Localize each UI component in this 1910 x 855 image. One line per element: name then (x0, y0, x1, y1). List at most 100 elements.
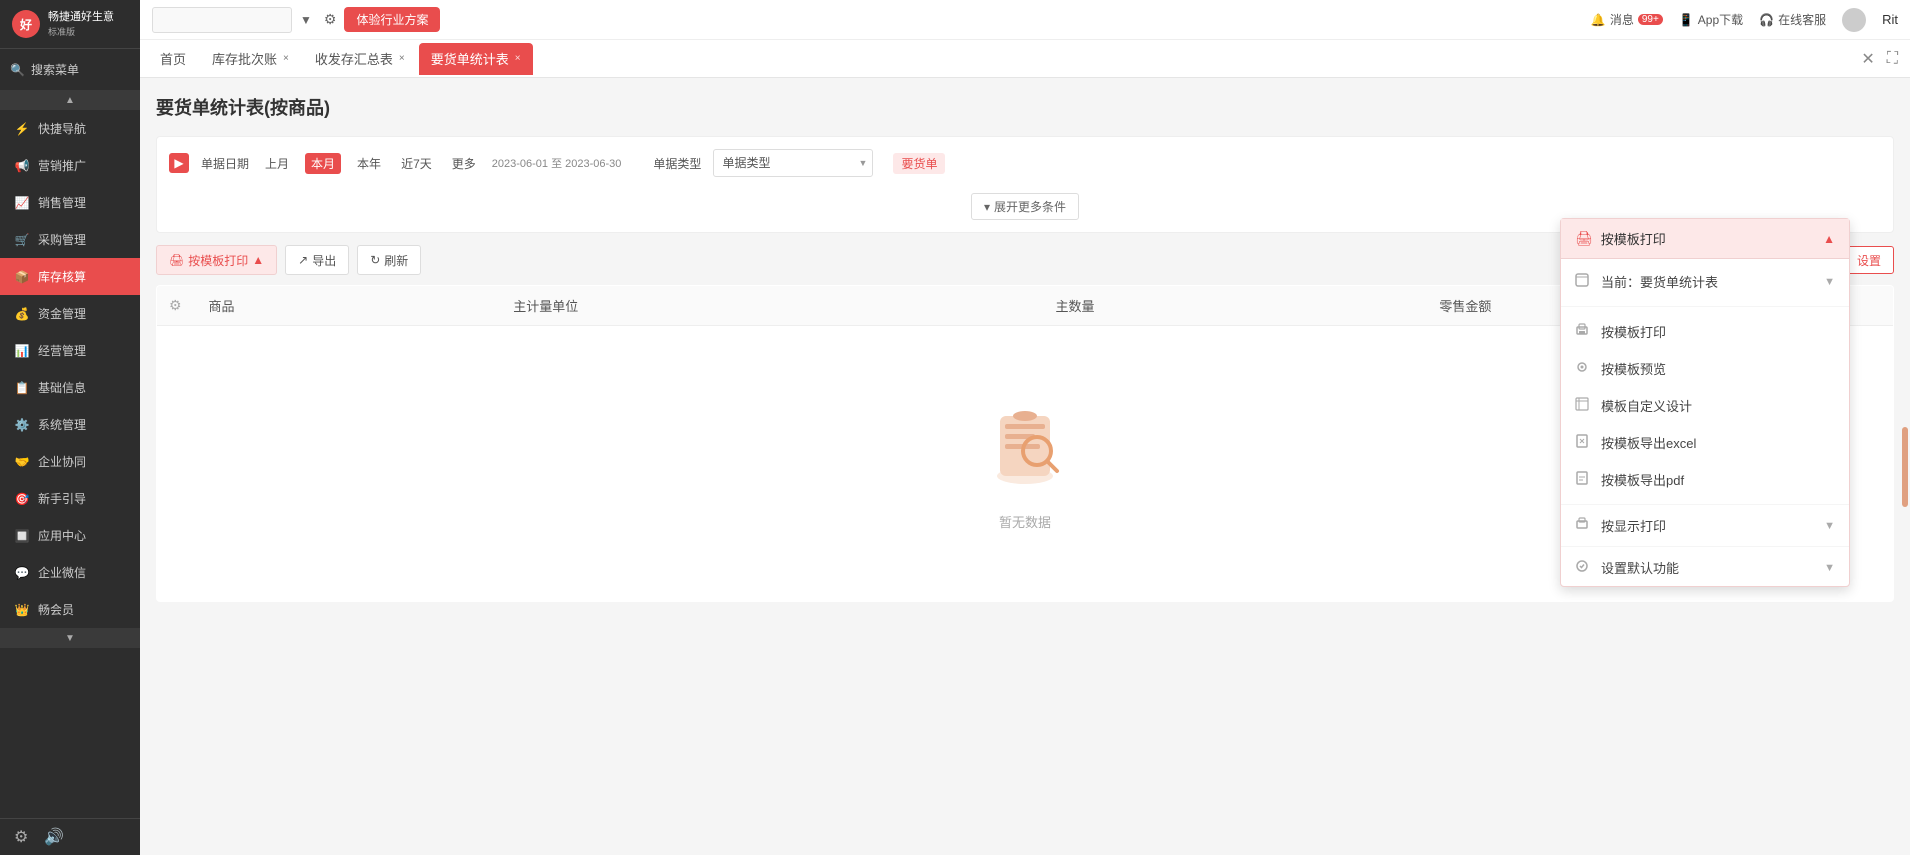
sidebar-item-basic-info[interactable]: 📋 基础信息 (0, 369, 140, 406)
expand-more-conditions-btn[interactable]: ▾ 展开更多条件 (971, 193, 1079, 220)
type-select[interactable]: 单据类型 (713, 149, 873, 177)
dropdown-header: 🖨 按模板打印 ▲ (1561, 219, 1849, 259)
app-download-item[interactable]: 📱 App下载 (1679, 11, 1743, 28)
marketing-icon: 📢 (14, 158, 30, 174)
sidebar-item-vip[interactable]: 👑 畅会员 (0, 591, 140, 628)
trial-btn[interactable]: 体验行业方案 (344, 7, 440, 32)
filter-expand-btn[interactable]: ▶ (169, 153, 189, 173)
sidebar-item-label: 采购管理 (38, 231, 86, 248)
table-settings-icon[interactable]: ⚙ (169, 297, 182, 313)
sidebar-item-finance[interactable]: 💰 资金管理 (0, 295, 140, 332)
tabs-bar: 首页 库存批次账 × 收发存汇总表 × 要货单统计表 × ✕ ⛶ (140, 40, 1910, 78)
scrollbar-hint[interactable] (1902, 427, 1908, 507)
tabs-close-all-btn[interactable]: ✕ (1857, 47, 1878, 71)
audio-icon[interactable]: 🔊 (44, 827, 64, 847)
sidebar-scroll-down[interactable]: ▼ (0, 628, 140, 648)
chevron-up-icon: ▲ (252, 253, 264, 267)
tab-receipt-summary[interactable]: 收发存汇总表 × (303, 43, 417, 75)
tab-receipt-summary-close[interactable]: × (399, 53, 405, 64)
dropdown-current-item[interactable]: 当前：要货单统计表 ▼ (1561, 263, 1849, 300)
dropdown-title: 🖨 按模板打印 (1575, 229, 1666, 248)
app-center-icon: 🔲 (14, 528, 30, 544)
dropdown-item-export-excel[interactable]: 按模板导出excel (1561, 424, 1849, 461)
tab-batch-account-close[interactable]: × (283, 53, 289, 64)
sidebar-item-inventory[interactable]: 📦 库存核算 (0, 258, 140, 295)
sidebar-item-sales[interactable]: 📈 销售管理 (0, 184, 140, 221)
dropdown-title-label: 按模板打印 (1601, 229, 1666, 248)
export-btn[interactable]: ↗ 导出 (285, 245, 349, 275)
search-menu-btn[interactable]: 🔍 搜索菜单 (10, 57, 130, 82)
sidebar-item-system[interactable]: ⚙️ 系统管理 (0, 406, 140, 443)
export-label: 导出 (312, 252, 336, 269)
topbar-dropdown-btn[interactable]: ▼ (300, 13, 312, 27)
table-col-settings[interactable]: ⚙ (157, 286, 197, 326)
tab-order-stats-close[interactable]: × (515, 53, 521, 64)
dropdown-current-icon (1575, 273, 1591, 290)
sidebar-item-guide[interactable]: 🎯 新手引导 (0, 480, 140, 517)
tab-batch-account[interactable]: 库存批次账 × (200, 43, 301, 75)
date-btn-this-year[interactable]: 本年 (353, 153, 385, 174)
sidebar-item-collaboration[interactable]: 🤝 企业协同 (0, 443, 140, 480)
sidebar-item-label: 应用中心 (38, 527, 86, 544)
basic-info-icon: 📋 (14, 380, 30, 396)
tag-label: 要货单 (893, 153, 945, 174)
date-btn-more[interactable]: 更多 (448, 153, 480, 174)
template-print-btn[interactable]: 🖨 按模板打印 ▲ (156, 245, 277, 275)
template-dropdown: 🖨 按模板打印 ▲ 当前：要货单统计表 ▼ (1560, 218, 1850, 587)
notifications-item[interactable]: 🔔 消息 99+ (1591, 11, 1663, 28)
dropdown-item-template-design[interactable]: 模板自定义设计 (1561, 387, 1849, 424)
app-download-label: App下载 (1698, 11, 1743, 28)
user-name[interactable]: Rit (1882, 12, 1898, 27)
vip-icon: 👑 (14, 602, 30, 618)
sidebar-item-label: 畅会员 (38, 601, 74, 618)
online-service-item[interactable]: 🎧 在线客服 (1759, 11, 1826, 28)
sidebar-item-app-center[interactable]: 🔲 应用中心 (0, 517, 140, 554)
refresh-btn[interactable]: ↻ 刷新 (357, 245, 421, 275)
empty-svg (975, 396, 1075, 496)
quick-nav-icon: ⚡ (14, 121, 30, 137)
refresh-icon: ↻ (370, 253, 380, 267)
sidebar-item-marketing[interactable]: 📢 营销推广 (0, 147, 140, 184)
topbar-search-input[interactable] (152, 7, 292, 33)
sidebar-item-quick-nav[interactable]: ⚡ 快捷导航 (0, 110, 140, 147)
dropdown-set-default-label: 设置默认功能 (1601, 558, 1679, 577)
sidebar-scroll-up[interactable]: ▲ (0, 90, 140, 110)
date-btn-last-month[interactable]: 上月 (261, 153, 293, 174)
settings-btn[interactable]: 设置 (1844, 246, 1894, 274)
sidebar-bottom: ⚙ 🔊 (0, 818, 140, 855)
user-avatar[interactable] (1842, 8, 1866, 32)
tab-home[interactable]: 首页 (148, 49, 198, 68)
filter-row-1: ▶ 单据日期 上月 本月 本年 近7天 更多 2023-06-01 至 2023… (169, 149, 1881, 177)
table-col-unit: 主计量单位 (501, 286, 1043, 326)
dropdown-set-default-item[interactable]: 设置默认功能 ▼ (1561, 549, 1849, 586)
sidebar-search-area[interactable]: 🔍 搜索菜单 (0, 49, 140, 90)
dropdown-collapse-btn[interactable]: ▲ (1823, 232, 1835, 246)
tabs-expand-btn[interactable]: ⛶ (1883, 48, 1902, 70)
sidebar-item-label: 经营管理 (38, 342, 86, 359)
date-btn-this-month[interactable]: 本月 (305, 153, 341, 174)
dropdown-current-expand-icon: ▼ (1824, 276, 1835, 288)
dropdown-current-label: 当前：要货单统计表 (1601, 272, 1718, 291)
sidebar-item-wechat[interactable]: 💬 企业微信 (0, 554, 140, 591)
date-btn-7days[interactable]: 近7天 (397, 153, 436, 174)
dropdown-item-template-preview[interactable]: 按模板预览 (1561, 350, 1849, 387)
topbar: ▼ ⚙ 体验行业方案 🔔 消息 99+ 📱 App下载 🎧 在线客服 Rit (140, 0, 1910, 40)
dropdown-template-print-label: 按模板打印 (1601, 322, 1666, 341)
sidebar-item-operations[interactable]: 📊 经营管理 (0, 332, 140, 369)
app-logo: 好 畅捷通好生意 标准版 (0, 0, 140, 49)
settings-icon[interactable]: ⚙ (14, 827, 28, 847)
dropdown-item-template-print[interactable]: 按模板打印 (1561, 313, 1849, 350)
sidebar-item-label: 基础信息 (38, 379, 86, 396)
dropdown-export-excel-label: 按模板导出excel (1601, 433, 1696, 452)
sidebar-item-purchase[interactable]: 🛒 采购管理 (0, 221, 140, 258)
topbar-right: 🔔 消息 99+ 📱 App下载 🎧 在线客服 Rit (1591, 8, 1898, 32)
collaboration-icon: 🤝 (14, 454, 30, 470)
dropdown-divider-2 (1561, 504, 1849, 505)
topbar-gear-icon[interactable]: ⚙ (324, 11, 337, 28)
dropdown-item-export-pdf[interactable]: 按模板导出pdf (1561, 461, 1849, 498)
sales-icon: 📈 (14, 195, 30, 211)
dropdown-display-print-item[interactable]: 按显示打印 ▼ (1561, 507, 1849, 544)
tab-order-stats[interactable]: 要货单统计表 × (419, 43, 533, 75)
dropdown-template-print-icon (1575, 323, 1591, 340)
operations-icon: 📊 (14, 343, 30, 359)
